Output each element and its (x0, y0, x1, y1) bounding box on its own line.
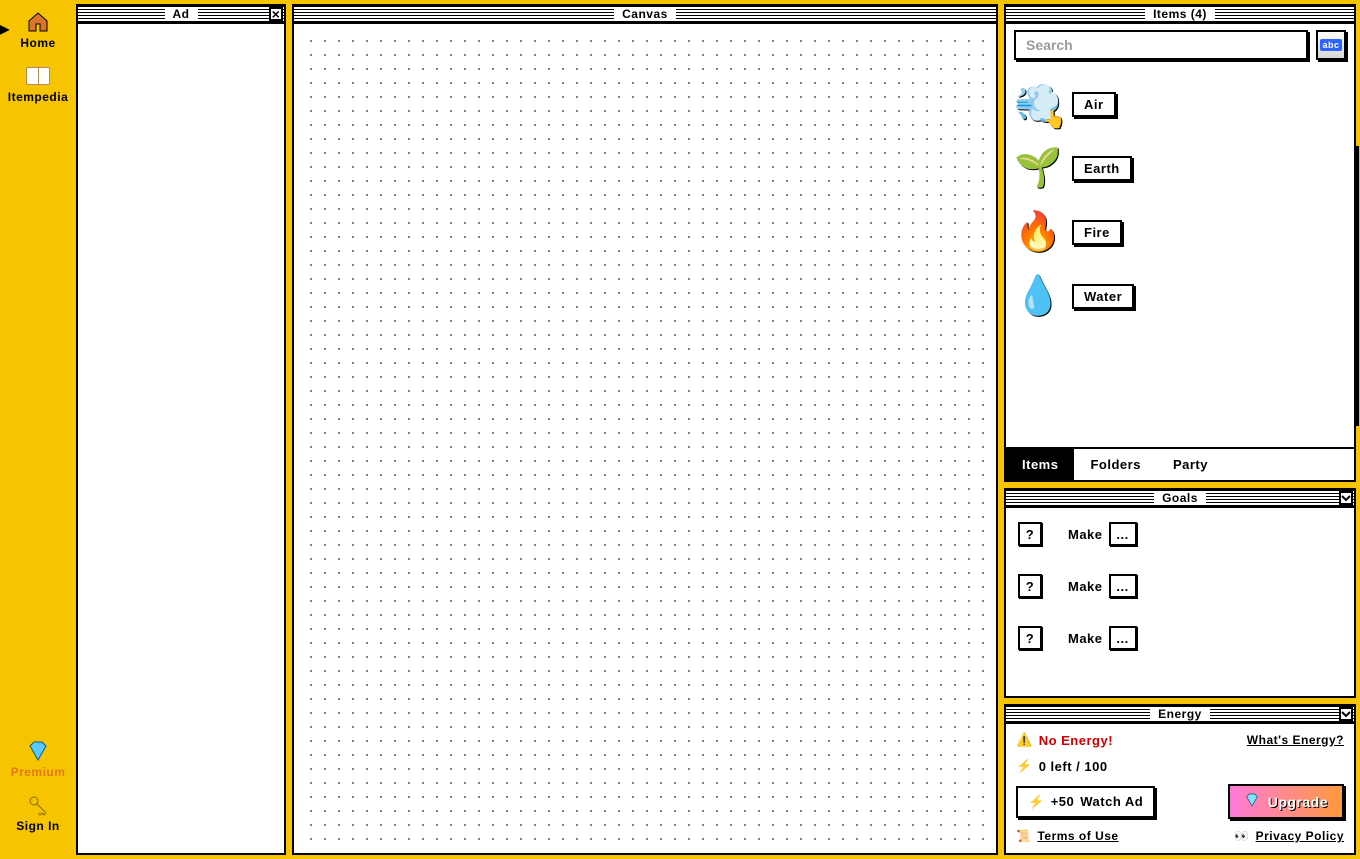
goal-verb: Make (1068, 631, 1103, 646)
item-label: Earth (1072, 156, 1132, 181)
eyes-icon: 👀 (1234, 829, 1249, 843)
nav-home-label: Home (20, 36, 55, 50)
gem-icon (24, 739, 52, 763)
nav-signin[interactable]: Sign In (16, 793, 60, 833)
cursor-icon: 👆 (1043, 109, 1066, 130)
energy-left-text: 0 left / 100 (1039, 759, 1108, 774)
home-icon (24, 10, 52, 34)
whats-energy-link[interactable]: What's Energy? (1247, 733, 1344, 747)
ad-title: Ad (165, 7, 198, 21)
earth-icon: 🌱 (1014, 144, 1062, 192)
tab-folders[interactable]: Folders (1074, 449, 1156, 480)
item-list: 💨👆 Air 🌱 Earth 🔥 Fire 💧 Water (1006, 66, 1354, 447)
goal-target: ... (1109, 522, 1137, 546)
ad-close-button[interactable] (269, 7, 283, 21)
no-energy-text: No Energy! (1039, 733, 1113, 748)
watch-ad-bonus: +50 (1051, 794, 1075, 809)
item-earth[interactable]: 🌱 Earth (1008, 136, 1352, 200)
scroll-icon: 📜 (1016, 829, 1031, 843)
canvas-title: Canvas (614, 7, 676, 21)
key-icon (24, 793, 52, 817)
nav-itempedia[interactable]: Itempedia (8, 64, 69, 104)
goals-title: Goals (1154, 491, 1206, 505)
goal-target: ... (1109, 626, 1137, 650)
item-label: Fire (1072, 220, 1122, 245)
tab-party[interactable]: Party (1157, 449, 1224, 480)
watch-ad-button[interactable]: ⚡ +50 Watch Ad (1016, 786, 1155, 818)
tab-items[interactable]: Items (1006, 449, 1074, 480)
goals-collapse-button[interactable] (1339, 491, 1353, 505)
water-icon: 💧 (1014, 272, 1062, 320)
watch-ad-label: Watch Ad (1080, 794, 1143, 809)
bolt-icon: ⚡ (1028, 794, 1045, 810)
canvas-titlebar: Canvas (294, 6, 996, 24)
energy-titlebar: Energy (1006, 706, 1354, 724)
goal-item[interactable]: ? Make ... (1006, 560, 1354, 612)
warning-icon: ⚠️ (1016, 732, 1033, 748)
goals-panel: Goals ? Make ... ? Make ... ? Ma (1004, 488, 1356, 698)
gem-icon (1244, 792, 1260, 811)
item-fire[interactable]: 🔥 Fire (1008, 200, 1352, 264)
ad-panel: Ad (76, 4, 286, 855)
goal-verb: Make (1068, 579, 1103, 594)
canvas-area[interactable] (300, 30, 990, 847)
goals-list: ? Make ... ? Make ... ? Make ... (1006, 508, 1354, 664)
sort-icon: abc (1320, 39, 1341, 51)
nav-home[interactable]: Home (20, 10, 55, 50)
sort-button[interactable]: abc (1316, 30, 1346, 60)
goal-hint-button[interactable]: ? (1018, 626, 1042, 650)
terms-link[interactable]: Terms of Use (1037, 829, 1118, 843)
goal-item[interactable]: ? Make ... (1006, 508, 1354, 560)
left-nav: ▶ Home Itempedia Premium (0, 4, 76, 855)
items-scrollbar[interactable] (1355, 146, 1359, 426)
nav-itempedia-label: Itempedia (8, 90, 69, 104)
item-water[interactable]: 💧 Water (1008, 264, 1352, 328)
book-icon (24, 64, 52, 88)
items-tabs: Items Folders Party (1006, 447, 1354, 480)
air-icon: 💨👆 (1014, 80, 1062, 128)
goal-item[interactable]: ? Make ... (1006, 612, 1354, 664)
privacy-link[interactable]: Privacy Policy (1256, 829, 1344, 843)
upgrade-label: Upgrade (1268, 794, 1328, 810)
nav-premium-label: Premium (11, 765, 66, 779)
item-label: Air (1072, 92, 1116, 117)
energy-collapse-button[interactable] (1339, 707, 1353, 721)
energy-panel: Energy ⚠️ No Energy! What's Energy? ⚡ 0 … (1004, 704, 1356, 855)
energy-title: Energy (1150, 707, 1210, 721)
bolt-icon: ⚡ (1016, 758, 1033, 774)
items-panel: Items (4) abc 💨👆 Air 🌱 Earth 🔥 (1004, 4, 1356, 482)
upgrade-button[interactable]: Upgrade (1228, 784, 1344, 819)
goal-hint-button[interactable]: ? (1018, 522, 1042, 546)
items-titlebar: Items (4) (1006, 6, 1354, 24)
search-input[interactable] (1014, 30, 1308, 60)
goal-target: ... (1109, 574, 1137, 598)
nav-caret-icon: ▶ (0, 22, 10, 36)
canvas-panel: Canvas (292, 4, 998, 855)
item-air[interactable]: 💨👆 Air (1008, 72, 1352, 136)
ad-titlebar: Ad (78, 6, 284, 24)
goal-verb: Make (1068, 527, 1103, 542)
ad-body (78, 24, 284, 853)
goal-hint-button[interactable]: ? (1018, 574, 1042, 598)
nav-signin-label: Sign In (16, 819, 60, 833)
items-title: Items (4) (1145, 7, 1215, 21)
goals-titlebar: Goals (1006, 490, 1354, 508)
fire-icon: 🔥 (1014, 208, 1062, 256)
nav-premium[interactable]: Premium (11, 739, 66, 779)
item-label: Water (1072, 284, 1134, 309)
